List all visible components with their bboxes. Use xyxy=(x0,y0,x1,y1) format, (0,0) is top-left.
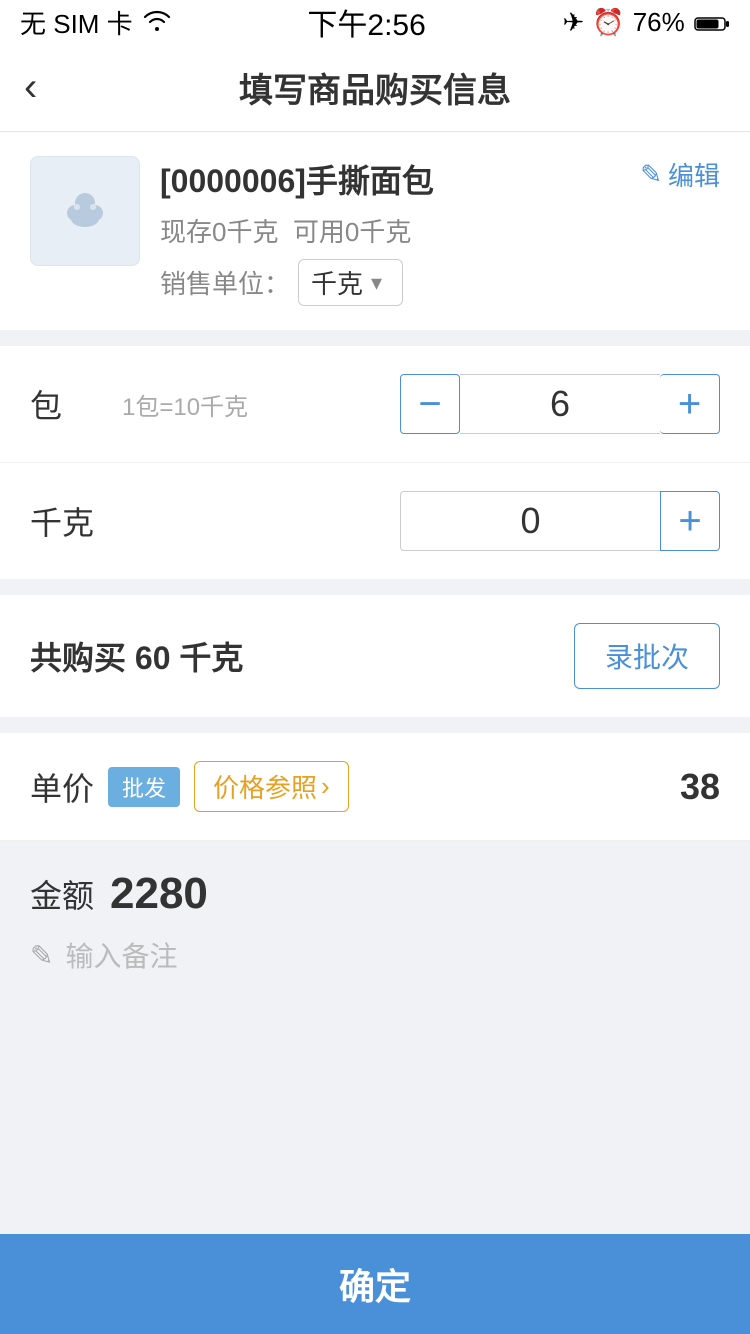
carrier-label: 无 SIM 卡 xyxy=(20,4,133,41)
pencil-icon: ✎ xyxy=(30,939,53,972)
pack-label: 包 xyxy=(30,381,110,427)
price-label: 单价 xyxy=(30,764,94,810)
total-row: 共购买 60 千克 录批次 xyxy=(0,595,750,717)
product-thumbnail xyxy=(30,156,140,266)
status-left: 无 SIM 卡 xyxy=(20,4,171,41)
wifi-icon xyxy=(143,7,171,38)
status-time: 下午2:56 xyxy=(307,0,425,44)
nav-bar: ‹ 填写商品购买信息 xyxy=(0,44,750,132)
kg-increment-button[interactable]: + xyxy=(660,491,720,551)
battery-label: 76% xyxy=(633,7,730,38)
kg-row: 千克 + xyxy=(0,463,750,579)
amount-row: 金额 2280 xyxy=(30,869,720,919)
price-tag: 批发 xyxy=(108,767,180,807)
total-text: 共购买 60 千克 xyxy=(30,633,243,679)
pack-decrement-button[interactable]: − xyxy=(400,374,460,434)
edit-icon: ✎ xyxy=(640,159,662,190)
amount-section: 金额 2280 ✎ 输入备注 xyxy=(0,841,750,1003)
alarm-icon: ⏰ xyxy=(592,7,624,38)
kg-label: 千克 xyxy=(30,498,110,544)
product-unit: 销售单位： 千克 ▾ xyxy=(160,259,720,306)
price-value: 38 xyxy=(680,766,720,808)
page-title: 填写商品购买信息 xyxy=(239,63,511,112)
location-icon: ✈ xyxy=(563,7,585,38)
product-card: [0000006]手撕面包 现存0千克 可用0千克 销售单位： 千克 ▾ ✎ 编… xyxy=(0,132,750,330)
pack-sublabel: 1包=10千克 xyxy=(122,387,400,422)
price-section: 单价 批发 价格参照 › 38 xyxy=(0,733,750,841)
kg-quantity-control: + xyxy=(400,491,720,551)
pack-quantity-control: − + xyxy=(400,374,720,434)
batch-button[interactable]: 录批次 xyxy=(574,623,720,689)
arrow-icon: › xyxy=(321,771,330,802)
confirm-button[interactable]: 确定 xyxy=(0,1234,750,1334)
price-row: 单价 批发 价格参照 › 38 xyxy=(0,733,750,841)
price-reference-button[interactable]: 价格参照 › xyxy=(194,761,349,812)
note-placeholder[interactable]: 输入备注 xyxy=(65,935,177,975)
pack-quantity-input[interactable] xyxy=(460,374,660,434)
pack-increment-button[interactable]: + xyxy=(660,374,720,434)
quantity-section: 包 1包=10千克 − + 千克 + xyxy=(0,346,750,579)
product-name: [0000006]手撕面包 xyxy=(160,156,720,202)
pack-row: 包 1包=10千克 − + xyxy=(0,346,750,463)
note-row[interactable]: ✎ 输入备注 xyxy=(30,935,720,975)
edit-button[interactable]: ✎ 编辑 xyxy=(640,156,720,193)
amount-value: 2280 xyxy=(110,869,208,919)
status-right: ✈ ⏰ 76% xyxy=(563,7,730,38)
product-info: [0000006]手撕面包 现存0千克 可用0千克 销售单位： 千克 ▾ xyxy=(160,156,720,306)
kg-quantity-input[interactable] xyxy=(400,491,660,551)
amount-label: 金额 xyxy=(30,871,94,917)
back-button[interactable]: ‹ xyxy=(24,65,37,110)
product-stock: 现存0千克 可用0千克 xyxy=(160,212,720,249)
status-bar: 无 SIM 卡 下午2:56 ✈ ⏰ 76% xyxy=(0,0,750,44)
unit-select[interactable]: 千克 ▾ xyxy=(298,259,403,306)
